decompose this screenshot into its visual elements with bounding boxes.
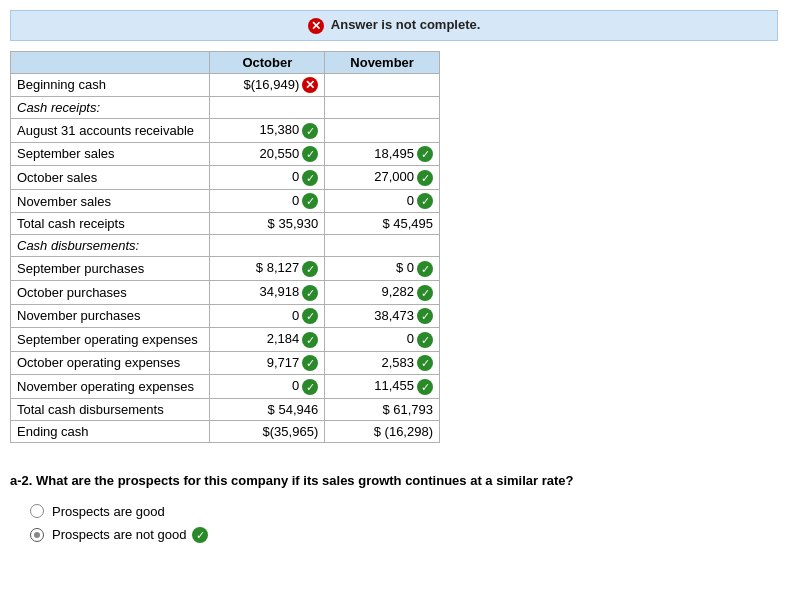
row-nov-3[interactable]: 18,495✓ bbox=[325, 142, 440, 166]
row-oct-3[interactable]: 20,550✓ bbox=[210, 142, 325, 166]
row-nov-1 bbox=[325, 97, 440, 119]
row-oct-13[interactable]: 0✓ bbox=[210, 375, 325, 399]
banner-text: Answer is not complete. bbox=[331, 17, 481, 32]
row-label-6: Total cash receipts bbox=[11, 213, 210, 235]
row-oct-4[interactable]: 0✓ bbox=[210, 166, 325, 190]
radio-item-1[interactable]: Prospects are not good ✓ bbox=[30, 527, 778, 543]
row-oct-1 bbox=[210, 97, 325, 119]
row-nov-10[interactable]: 38,473✓ bbox=[325, 304, 440, 328]
row-label-14: Total cash disbursements bbox=[11, 398, 210, 420]
row-oct-8[interactable]: $ 8,127✓ bbox=[210, 257, 325, 281]
row-oct-14: $ 54,946 bbox=[210, 398, 325, 420]
check-icon-nov-4: ✓ bbox=[417, 170, 433, 186]
check-icon-oct-10: ✓ bbox=[302, 308, 318, 324]
check-icon-oct-2: ✓ bbox=[302, 123, 318, 139]
row-nov-4[interactable]: 27,000✓ bbox=[325, 166, 440, 190]
check-icon-oct-3: ✓ bbox=[302, 146, 318, 162]
row-nov-2 bbox=[325, 119, 440, 143]
row-label-0: Beginning cash bbox=[11, 73, 210, 97]
row-nov-13[interactable]: 11,455✓ bbox=[325, 375, 440, 399]
row-label-12: October operating expenses bbox=[11, 351, 210, 375]
row-label-13: November operating expenses bbox=[11, 375, 210, 399]
row-oct-12[interactable]: 9,717✓ bbox=[210, 351, 325, 375]
error-icon-oct-0: ✕ bbox=[302, 77, 318, 93]
row-label-10: November purchases bbox=[11, 304, 210, 328]
row-oct-5[interactable]: 0✓ bbox=[210, 189, 325, 213]
check-icon-nov-10: ✓ bbox=[417, 308, 433, 324]
row-nov-6: $ 45,495 bbox=[325, 213, 440, 235]
radio-label-1: Prospects are not good bbox=[52, 527, 186, 542]
row-oct-6: $ 35,930 bbox=[210, 213, 325, 235]
check-icon-oct-12: ✓ bbox=[302, 355, 318, 371]
question-label: a-2. What are the prospects for this com… bbox=[10, 473, 778, 488]
row-label-7: Cash disbursements: bbox=[11, 235, 210, 257]
row-oct-0[interactable]: $(16,949)✕ bbox=[210, 73, 325, 97]
row-label-11: September operating expenses bbox=[11, 328, 210, 352]
check-icon-nov-9: ✓ bbox=[417, 285, 433, 301]
row-oct-11[interactable]: 2,184✓ bbox=[210, 328, 325, 352]
col-header-october: October bbox=[210, 51, 325, 73]
row-oct-2[interactable]: 15,380✓ bbox=[210, 119, 325, 143]
row-oct-7 bbox=[210, 235, 325, 257]
row-label-9: October purchases bbox=[11, 280, 210, 304]
radio-item-0[interactable]: Prospects are good bbox=[30, 504, 778, 519]
radio-circle-0 bbox=[30, 504, 44, 518]
row-label-4: October sales bbox=[11, 166, 210, 190]
cash-budget-table: October November Beginning cash$(16,949)… bbox=[10, 51, 440, 443]
cash-budget-table-container: October November Beginning cash$(16,949)… bbox=[10, 51, 440, 443]
row-oct-15: $(35,965) bbox=[210, 420, 325, 442]
row-label-3: September sales bbox=[11, 142, 210, 166]
radio-group: Prospects are good Prospects are not good… bbox=[30, 504, 778, 543]
check-icon-nov-3: ✓ bbox=[417, 146, 433, 162]
check-icon-nov-8: ✓ bbox=[417, 261, 433, 277]
radio-label-0: Prospects are good bbox=[52, 504, 165, 519]
col-header-november: November bbox=[325, 51, 440, 73]
radio-circle-1 bbox=[30, 528, 44, 542]
row-label-5: November sales bbox=[11, 189, 210, 213]
row-nov-9[interactable]: 9,282✓ bbox=[325, 280, 440, 304]
row-nov-14: $ 61,793 bbox=[325, 398, 440, 420]
check-icon-nov-11: ✓ bbox=[417, 332, 433, 348]
row-nov-12[interactable]: 2,583✓ bbox=[325, 351, 440, 375]
check-icon-oct-5: ✓ bbox=[302, 193, 318, 209]
check-icon-nov-5: ✓ bbox=[417, 193, 433, 209]
check-icon-oct-4: ✓ bbox=[302, 170, 318, 186]
check-icon-oct-9: ✓ bbox=[302, 285, 318, 301]
answer-banner: ✕ Answer is not complete. bbox=[10, 10, 778, 41]
banner-error-icon: ✕ bbox=[308, 18, 324, 34]
radio-check-icon-1: ✓ bbox=[192, 527, 208, 543]
row-label-2: August 31 accounts receivable bbox=[11, 119, 210, 143]
question-section: a-2. What are the prospects for this com… bbox=[10, 473, 778, 543]
row-label-1: Cash receipts: bbox=[11, 97, 210, 119]
col-header-label bbox=[11, 51, 210, 73]
row-nov-5[interactable]: 0✓ bbox=[325, 189, 440, 213]
check-icon-oct-13: ✓ bbox=[302, 379, 318, 395]
row-nov-8[interactable]: $ 0✓ bbox=[325, 257, 440, 281]
row-label-15: Ending cash bbox=[11, 420, 210, 442]
row-nov-0 bbox=[325, 73, 440, 97]
row-oct-9[interactable]: 34,918✓ bbox=[210, 280, 325, 304]
row-nov-15: $ (16,298) bbox=[325, 420, 440, 442]
check-icon-oct-8: ✓ bbox=[302, 261, 318, 277]
row-nov-11[interactable]: 0✓ bbox=[325, 328, 440, 352]
row-nov-7 bbox=[325, 235, 440, 257]
check-icon-nov-12: ✓ bbox=[417, 355, 433, 371]
row-oct-10[interactable]: 0✓ bbox=[210, 304, 325, 328]
row-label-8: September purchases bbox=[11, 257, 210, 281]
check-icon-nov-13: ✓ bbox=[417, 379, 433, 395]
check-icon-oct-11: ✓ bbox=[302, 332, 318, 348]
